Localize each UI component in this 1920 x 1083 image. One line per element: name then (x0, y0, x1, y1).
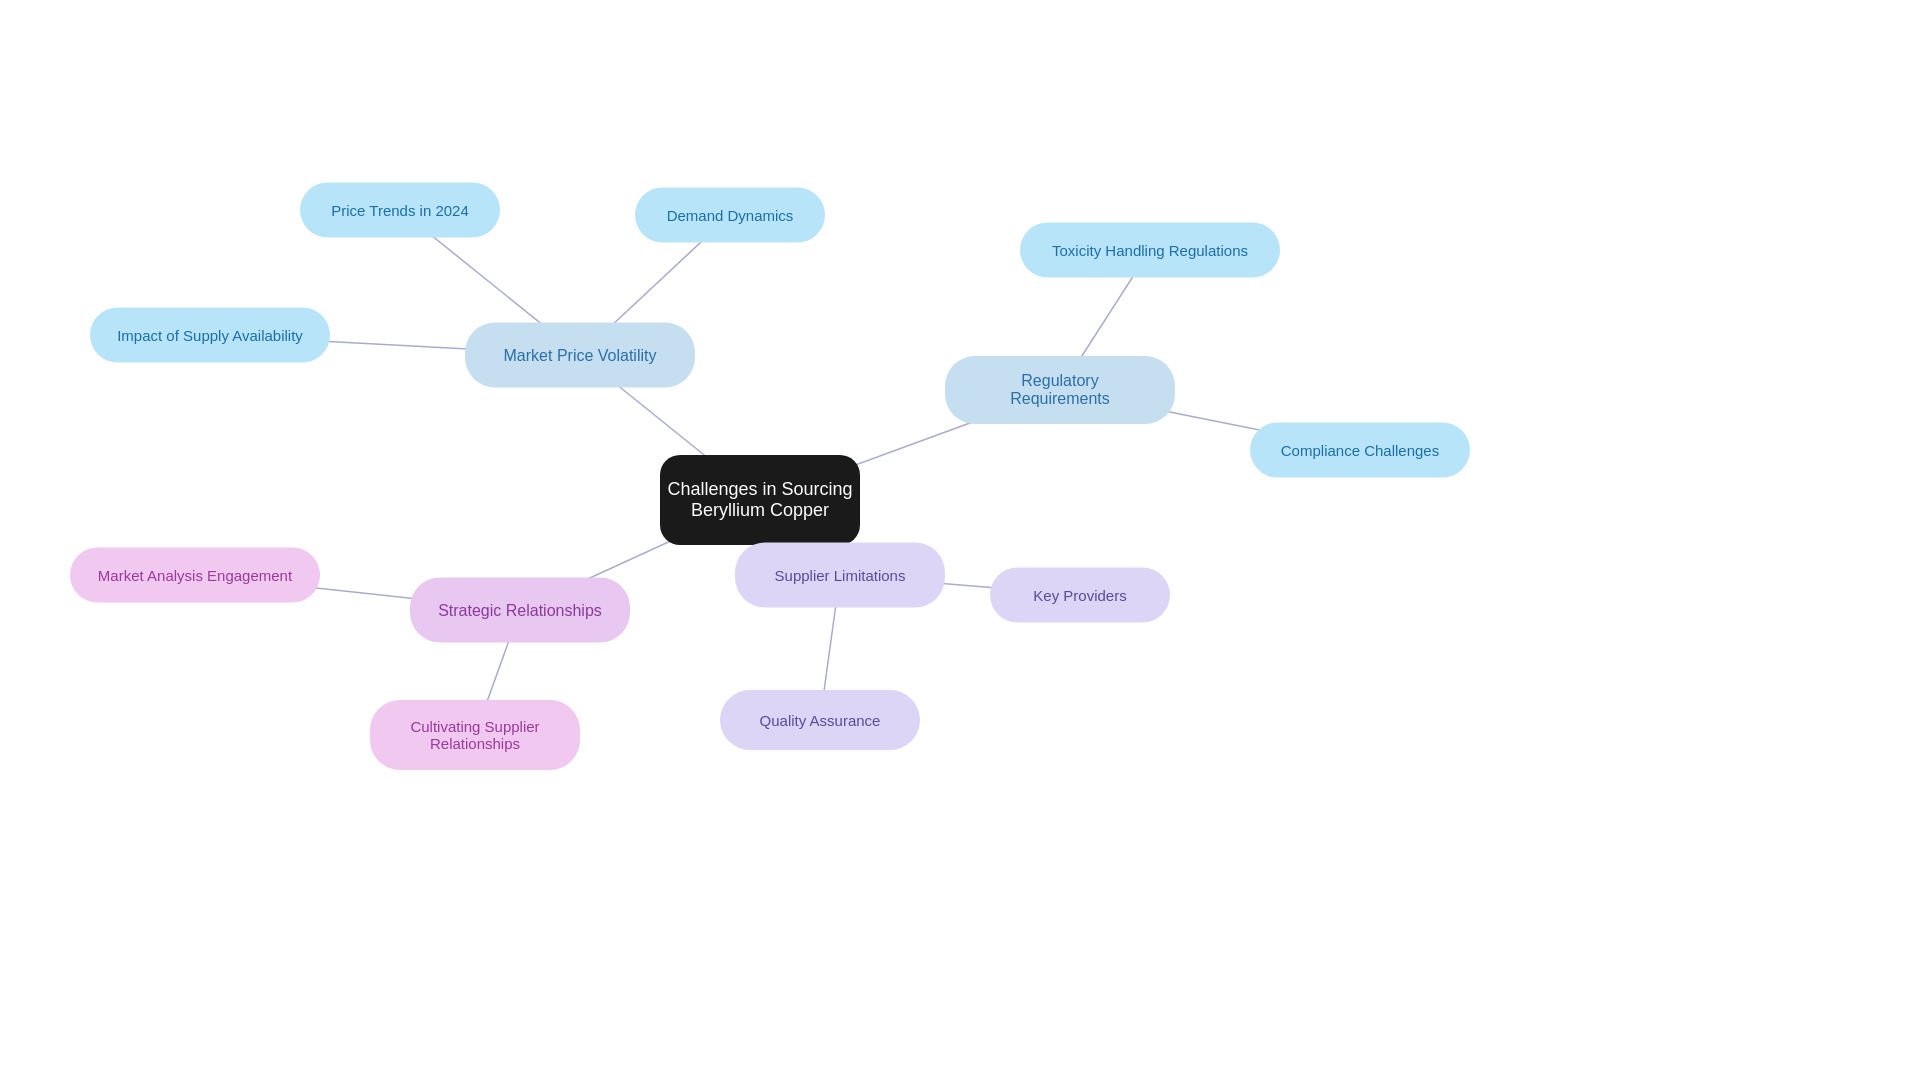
key-providers-node[interactable]: Key Providers (990, 568, 1170, 623)
regulatory-requirements-node[interactable]: Regulatory Requirements (945, 356, 1175, 424)
toxicity-handling-node[interactable]: Toxicity Handling Regulations (1020, 223, 1280, 278)
quality-assurance-node[interactable]: Quality Assurance (720, 690, 920, 750)
strategic-relationships-node[interactable]: Strategic Relationships (410, 578, 630, 643)
market-price-volatility-node[interactable]: Market Price Volatility (465, 323, 695, 388)
center-node[interactable]: Challenges in Sourcing Beryllium Copper (660, 455, 860, 545)
supplier-limitations-node[interactable]: Supplier Limitations (735, 543, 945, 608)
connections-svg (0, 0, 1920, 1083)
price-trends-node[interactable]: Price Trends in 2024 (300, 183, 500, 238)
mindmap-container: Challenges in Sourcing Beryllium Copper M… (0, 0, 1920, 1083)
compliance-challenges-node[interactable]: Compliance Challenges (1250, 423, 1470, 478)
demand-dynamics-node[interactable]: Demand Dynamics (635, 188, 825, 243)
impact-supply-node[interactable]: Impact of Supply Availability (90, 308, 330, 363)
market-analysis-node[interactable]: Market Analysis Engagement (70, 548, 320, 603)
cultivating-supplier-node[interactable]: Cultivating Supplier Relationships (370, 700, 580, 770)
